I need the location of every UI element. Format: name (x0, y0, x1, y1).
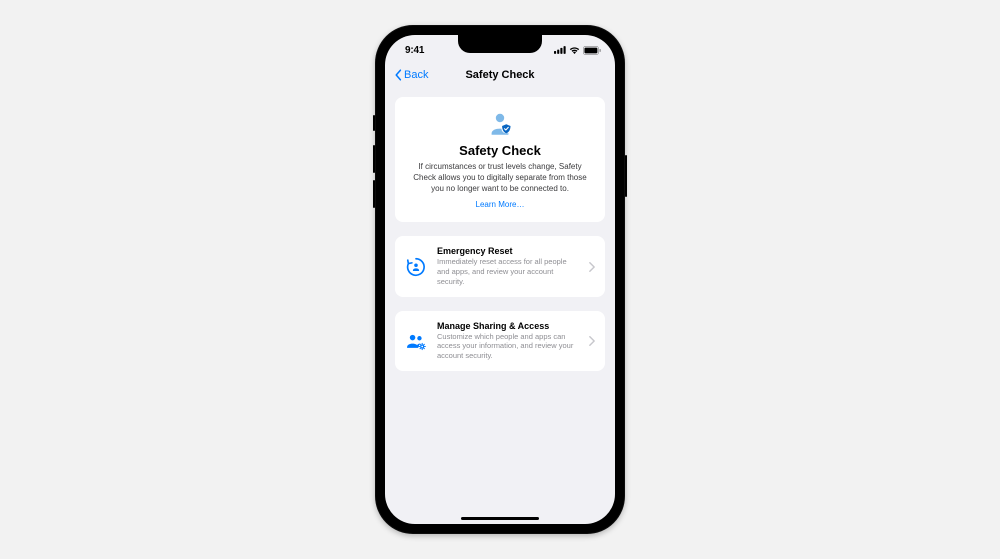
battery-icon (583, 46, 601, 55)
content: Safety Check If circumstances or trust l… (385, 87, 615, 524)
hero-title: Safety Check (409, 143, 591, 158)
manage-sharing-title: Manage Sharing & Access (437, 321, 579, 331)
chevron-right-icon (589, 262, 595, 272)
nav-bar: Back Safety Check (385, 63, 615, 87)
mute-switch (373, 115, 375, 131)
manage-sharing-description: Customize which people and apps can acce… (437, 332, 579, 361)
emergency-reset-row[interactable]: Emergency Reset Immediately reset access… (395, 236, 605, 296)
power-button (625, 155, 627, 197)
wifi-icon (569, 46, 580, 54)
emergency-reset-text: Emergency Reset Immediately reset access… (437, 246, 579, 286)
manage-sharing-text: Manage Sharing & Access Customize which … (437, 321, 579, 361)
hero-description: If circumstances or trust levels change,… (409, 162, 591, 194)
manage-sharing-icon (405, 330, 427, 352)
volume-down-button (373, 180, 375, 208)
chevron-left-icon (393, 69, 403, 81)
cellular-icon (554, 46, 566, 54)
emergency-reset-title: Emergency Reset (437, 246, 579, 256)
safety-check-icon (409, 111, 591, 139)
status-time: 9:41 (399, 43, 424, 56)
volume-up-button (373, 145, 375, 173)
chevron-right-icon (589, 336, 595, 346)
learn-more-link[interactable]: Learn More… (476, 200, 525, 209)
home-indicator[interactable] (461, 517, 539, 520)
emergency-reset-icon (405, 256, 427, 278)
back-button[interactable]: Back (393, 69, 428, 81)
emergency-reset-description: Immediately reset access for all people … (437, 257, 579, 286)
phone-frame: 9:41 (375, 25, 625, 534)
back-label: Back (404, 69, 428, 81)
phone-screen: 9:41 (385, 35, 615, 524)
hero-card: Safety Check If circumstances or trust l… (395, 97, 605, 222)
status-icons (554, 44, 601, 55)
manage-sharing-row[interactable]: Manage Sharing & Access Customize which … (395, 311, 605, 371)
notch (458, 35, 542, 53)
